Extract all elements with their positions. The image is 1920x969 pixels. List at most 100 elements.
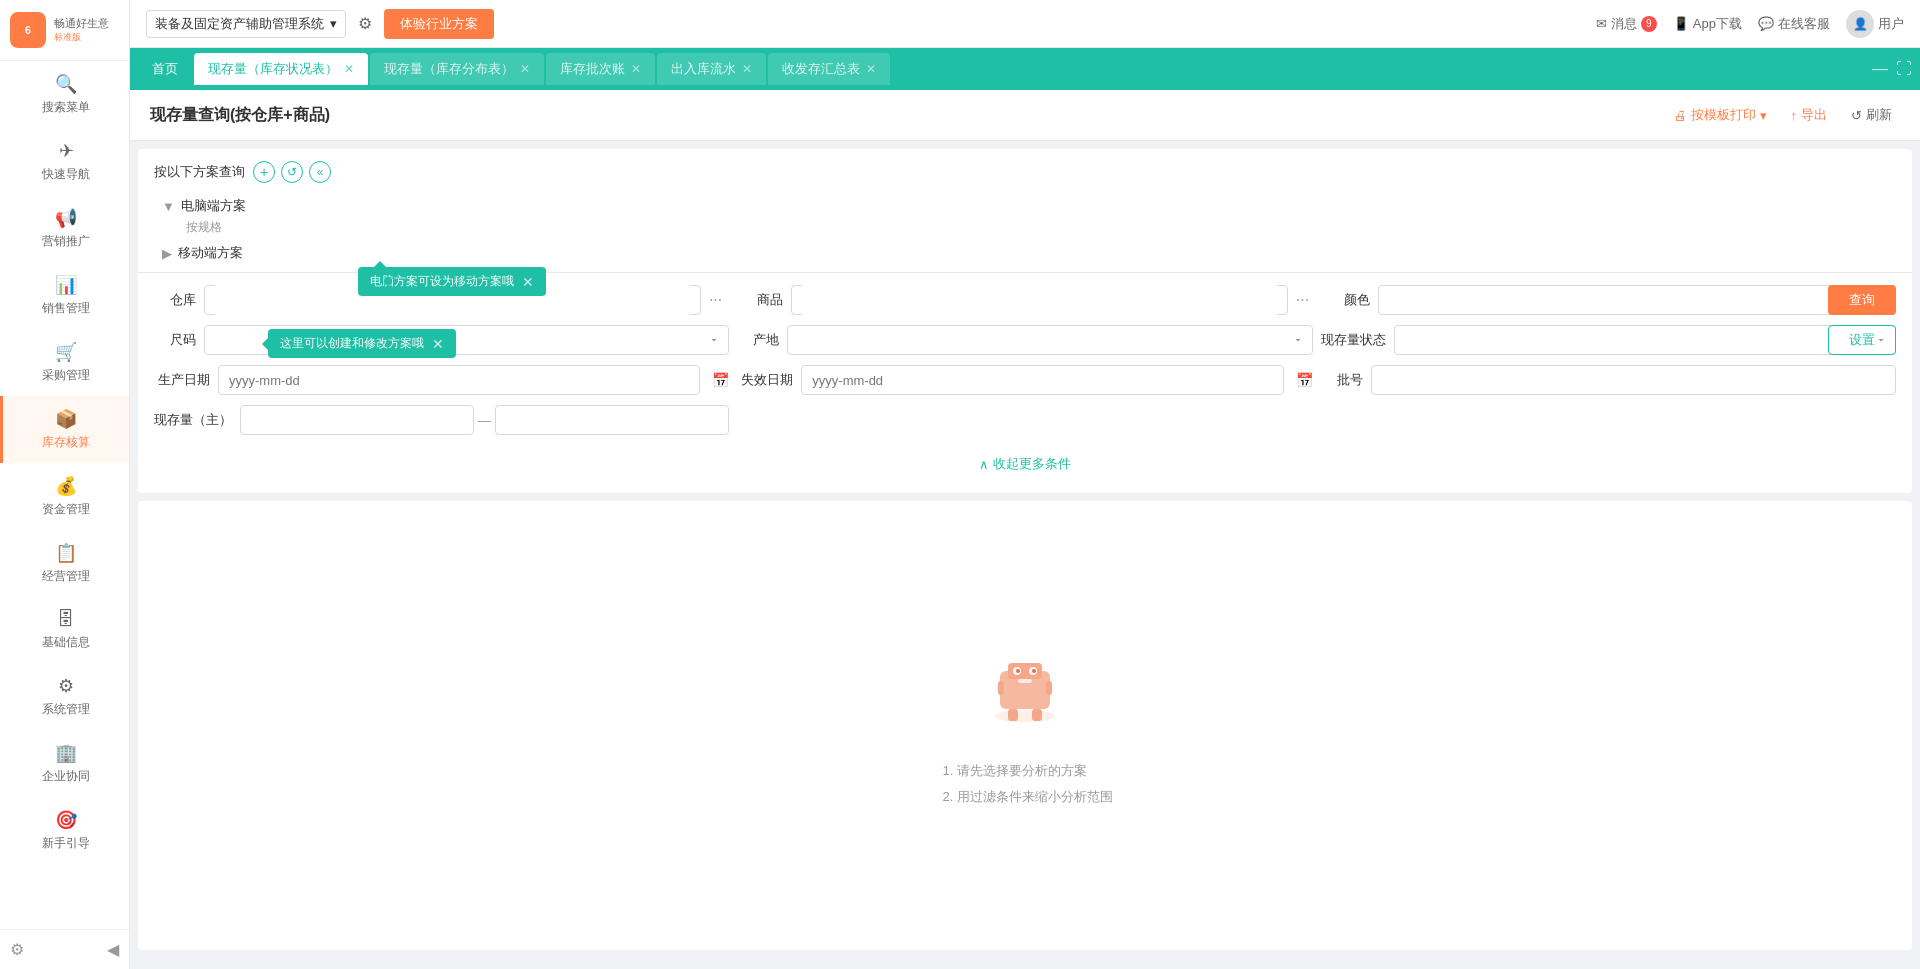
sidebar-item-sales[interactable]: 📊 销售管理 (0, 262, 129, 329)
sidebar-item-finance[interactable]: 💰 资金管理 (0, 463, 129, 530)
stock-main-max-input[interactable] (495, 405, 729, 435)
scheme-mobile-row[interactable]: ▶ 移动端方案 (154, 242, 1896, 264)
prod-date-input[interactable] (218, 365, 700, 395)
page-title: 现存量查询(按仓库+商品) (150, 105, 330, 126)
msg-badge: 9 (1641, 16, 1657, 32)
warehouse-dots[interactable]: ··· (709, 291, 733, 309)
enterprise-icon: 🏢 (55, 742, 77, 764)
sidebar-item-marketing[interactable]: 📢 营销推广 (0, 195, 129, 262)
gear-button[interactable]: ⚙ (358, 14, 372, 33)
scheme-desktop-row[interactable]: ▼ 电脑端方案 (154, 195, 1896, 217)
main-area: 装备及固定资产辅助管理系统 ▾ ⚙ 体验行业方案 ✉ 消息 9 📱 App下载 … (130, 0, 1920, 969)
online-support-label: 在线客服 (1778, 15, 1830, 33)
tab-expand-icon[interactable]: ⛶ (1896, 60, 1912, 78)
sidebar-settings-btn[interactable]: ⚙ (10, 940, 24, 959)
marketing-icon: 📢 (55, 207, 77, 229)
collapse-bar[interactable]: ∧ 收起更多条件 (154, 447, 1896, 481)
tab-batch[interactable]: 库存批次账 ✕ (546, 53, 655, 85)
search-nav-icon: 🔍 (55, 73, 77, 95)
tab-home[interactable]: 首页 (138, 53, 192, 85)
tab-label: 现存量（库存状况表） (208, 60, 338, 78)
stock-status-select[interactable] (1394, 325, 1896, 355)
filter-back-btn[interactable]: « (309, 161, 331, 183)
goods-dots[interactable]: ··· (1296, 291, 1320, 309)
filter-expiry-date: 失效日期 📅 (737, 365, 1312, 395)
sidebar-bottom: ⚙ ◀ (0, 929, 129, 969)
logo-badge: 标准版 (54, 31, 109, 44)
sidebar-item-label: 搜索菜单 (42, 99, 90, 116)
content-area: 现存量查询(按仓库+商品) 🖨 按模板打印 ▾ ↑ 导出 ↺ 刷新 (130, 90, 1920, 969)
goods-input[interactable] (800, 285, 1279, 315)
svg-rect-11 (1046, 681, 1052, 695)
svg-rect-12 (1008, 709, 1018, 721)
sidebar-item-quick[interactable]: ✈ 快速导航 (0, 128, 129, 195)
sidebar-item-search[interactable]: 🔍 搜索菜单 (0, 61, 129, 128)
user-avatar: 👤 (1846, 10, 1874, 38)
sidebar: 6 畅通好生意 标准版 🔍 搜索菜单 ✈ 快速导航 📢 营销推广 (0, 0, 130, 969)
stock-main-min-input[interactable] (240, 405, 474, 435)
filter-goods: 商品 (741, 285, 1288, 315)
tab-inventory-status[interactable]: 现存量（库存状况表） ✕ (194, 53, 368, 85)
tab-inventory-dist[interactable]: 现存量（库存分布表） ✕ (370, 53, 544, 85)
filter-refresh-btn[interactable]: ↺ (281, 161, 303, 183)
tooltip-close-btn1[interactable]: ✕ (522, 274, 534, 290)
tab-close-icon[interactable]: ✕ (520, 62, 530, 76)
query-btn[interactable]: 查询 (1828, 285, 1896, 315)
purchase-icon: 🛒 (55, 341, 77, 363)
sidebar-item-enterprise[interactable]: 🏢 企业协同 (0, 730, 129, 797)
tab-bar: 首页 现存量（库存状况表） ✕ 现存量（库存分布表） ✕ 库存批次账 ✕ 出入库… (130, 48, 1920, 90)
sidebar-item-operation[interactable]: 📋 经营管理 (0, 530, 129, 597)
color-select[interactable] (1378, 285, 1875, 315)
reset-btn[interactable]: 设置 (1828, 325, 1896, 355)
filter-header: 按以下方案查询 + ↺ « (154, 161, 1896, 183)
guide-icon: 🎯 (55, 809, 77, 831)
online-support-btn[interactable]: 💬 在线客服 (1758, 15, 1830, 33)
system-selector[interactable]: 装备及固定资产辅助管理系统 ▾ (146, 10, 346, 38)
tab-close-icon[interactable]: ✕ (742, 62, 752, 76)
expiry-date-input[interactable] (801, 365, 1283, 395)
sidebar-item-purchase[interactable]: 🛒 采购管理 (0, 329, 129, 396)
print-icon: 🖨 (1674, 108, 1687, 123)
tab-receipt[interactable]: 收发存汇总表 ✕ (768, 53, 890, 85)
sidebar-item-label: 企业协同 (42, 768, 90, 785)
empty-hints: 请先选择要分析的方案 用过滤条件来缩小分析范围 (937, 758, 1113, 810)
expiry-date-calendar-icon[interactable]: 📅 (1296, 372, 1313, 388)
sidebar-item-label: 基础信息 (42, 634, 90, 651)
origin-select[interactable] (787, 325, 1312, 355)
industry-btn[interactable]: 体验行业方案 (384, 9, 494, 39)
refresh-label: 刷新 (1866, 106, 1892, 124)
tab-close-icon[interactable]: ✕ (631, 62, 641, 76)
svg-rect-13 (1032, 709, 1042, 721)
sidebar-item-label: 新手引导 (42, 835, 90, 852)
refresh-btn[interactable]: ↺ 刷新 (1843, 102, 1900, 128)
sidebar-collapse-btn[interactable]: ◀ (107, 940, 119, 959)
filter-add-btn[interactable]: + (253, 161, 275, 183)
batch-input[interactable] (1371, 365, 1896, 395)
sidebar-item-basic[interactable]: 🗄 基础信息 (0, 597, 129, 663)
export-btn[interactable]: ↑ 导出 (1783, 102, 1836, 128)
tooltip-close-btn2[interactable]: ✕ (432, 336, 444, 352)
filter-label: 按以下方案查询 (154, 163, 245, 181)
filter-batch: 批号 (1321, 365, 1896, 395)
tab-close-icon[interactable]: ✕ (344, 62, 354, 76)
tab-close-icon[interactable]: ✕ (866, 62, 876, 76)
color-label: 颜色 (1328, 291, 1370, 309)
user-menu[interactable]: 👤 用户 (1846, 10, 1904, 38)
scheme-desktop-sub[interactable]: 按规格 (178, 217, 1896, 238)
message-icon: ✉ (1596, 16, 1607, 31)
sidebar-item-inventory[interactable]: 📦 库存核算 (0, 396, 129, 463)
message-btn[interactable]: ✉ 消息 9 (1596, 15, 1657, 33)
sidebar-item-system[interactable]: ⚙ 系统管理 (0, 663, 129, 730)
sidebar-item-guide[interactable]: 🎯 新手引导 (0, 797, 129, 864)
tab-inout[interactable]: 出入库流水 ✕ (657, 53, 766, 85)
scheme-arrow-icon2: ▶ (162, 246, 172, 261)
tab-minimize-icon[interactable]: — (1872, 60, 1888, 78)
warehouse-label: 仓库 (154, 291, 196, 309)
export-icon: ↑ (1791, 108, 1798, 123)
filter-production-date: 生产日期 📅 (154, 365, 729, 395)
sidebar-item-label: 资金管理 (42, 501, 90, 518)
prod-date-calendar-icon[interactable]: 📅 (712, 372, 729, 388)
print-btn[interactable]: 🖨 按模板打印 ▾ (1666, 102, 1775, 128)
app-download-btn[interactable]: 📱 App下载 (1673, 15, 1742, 33)
svg-point-7 (1016, 669, 1020, 673)
